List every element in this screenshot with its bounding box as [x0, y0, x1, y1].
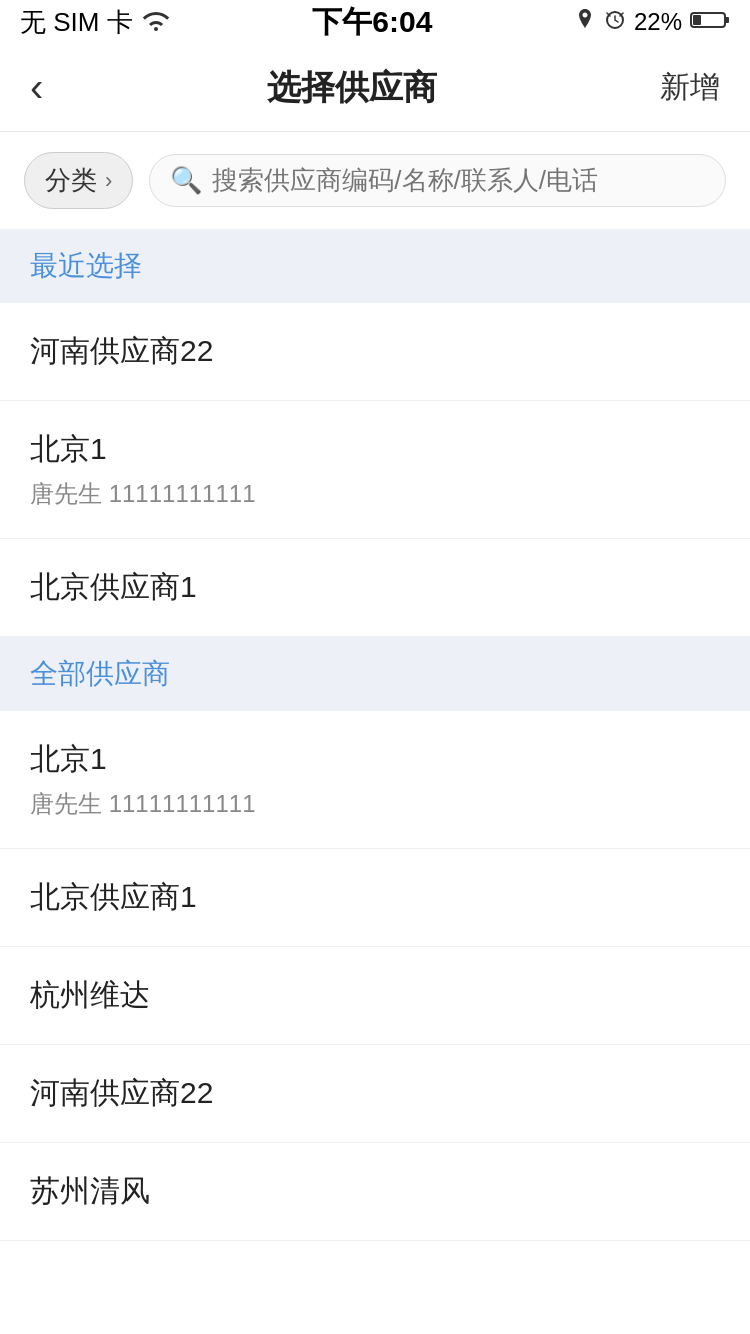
- item-name: 北京供应商1: [30, 877, 720, 918]
- list-item[interactable]: 北京供应商1: [0, 539, 750, 637]
- all-section-header: 全部供应商: [0, 637, 750, 711]
- search-input[interactable]: [212, 165, 705, 196]
- wifi-icon: [141, 7, 171, 38]
- battery-icon: [690, 8, 730, 36]
- list-item[interactable]: 苏州清风: [0, 1143, 750, 1241]
- item-name: 苏州清风: [30, 1171, 720, 1212]
- item-name: 北京1: [30, 429, 720, 470]
- item-name: 河南供应商22: [30, 1073, 720, 1114]
- item-name: 杭州维达: [30, 975, 720, 1016]
- status-bar: 无 SIM 卡 下午6:04 22%: [0, 0, 750, 44]
- location-icon: [574, 8, 596, 36]
- nav-bar: ‹ 选择供应商 新增: [0, 44, 750, 132]
- back-button[interactable]: ‹: [30, 65, 43, 110]
- item-sub: 唐先生 11111111111: [30, 478, 720, 510]
- list-item[interactable]: 杭州维达: [0, 947, 750, 1045]
- search-box[interactable]: 🔍: [149, 154, 726, 207]
- list-item[interactable]: 北京1 唐先生 11111111111: [0, 401, 750, 539]
- svg-rect-2: [693, 15, 701, 25]
- recent-list: 河南供应商22 北京1 唐先生 11111111111 北京供应商1: [0, 303, 750, 637]
- no-sim-text: 无 SIM 卡: [20, 5, 133, 40]
- list-item[interactable]: 河南供应商22: [0, 1045, 750, 1143]
- status-time: 下午6:04: [312, 2, 432, 43]
- list-item[interactable]: 北京供应商1: [0, 849, 750, 947]
- item-name: 北京供应商1: [30, 567, 720, 608]
- filter-bar: 分类 › 🔍: [0, 132, 750, 229]
- page-title: 选择供应商: [267, 65, 437, 111]
- item-name: 河南供应商22: [30, 331, 720, 372]
- svg-rect-3: [725, 17, 729, 23]
- status-left: 无 SIM 卡: [20, 5, 171, 40]
- battery-text: 22%: [634, 8, 682, 36]
- add-button[interactable]: 新增: [660, 67, 720, 108]
- recent-section-header: 最近选择: [0, 229, 750, 303]
- list-item[interactable]: 河南供应商22: [0, 303, 750, 401]
- chevron-right-icon: ›: [105, 168, 112, 194]
- alarm-icon: [604, 8, 626, 36]
- category-label: 分类: [45, 163, 97, 198]
- item-sub: 唐先生 11111111111: [30, 788, 720, 820]
- status-right: 22%: [574, 8, 730, 36]
- search-icon: 🔍: [170, 165, 202, 196]
- category-button[interactable]: 分类 ›: [24, 152, 133, 209]
- list-item[interactable]: 北京1 唐先生 11111111111: [0, 711, 750, 849]
- item-name: 北京1: [30, 739, 720, 780]
- all-list: 北京1 唐先生 11111111111 北京供应商1 杭州维达河南供应商22 苏州清风: [0, 711, 750, 1241]
